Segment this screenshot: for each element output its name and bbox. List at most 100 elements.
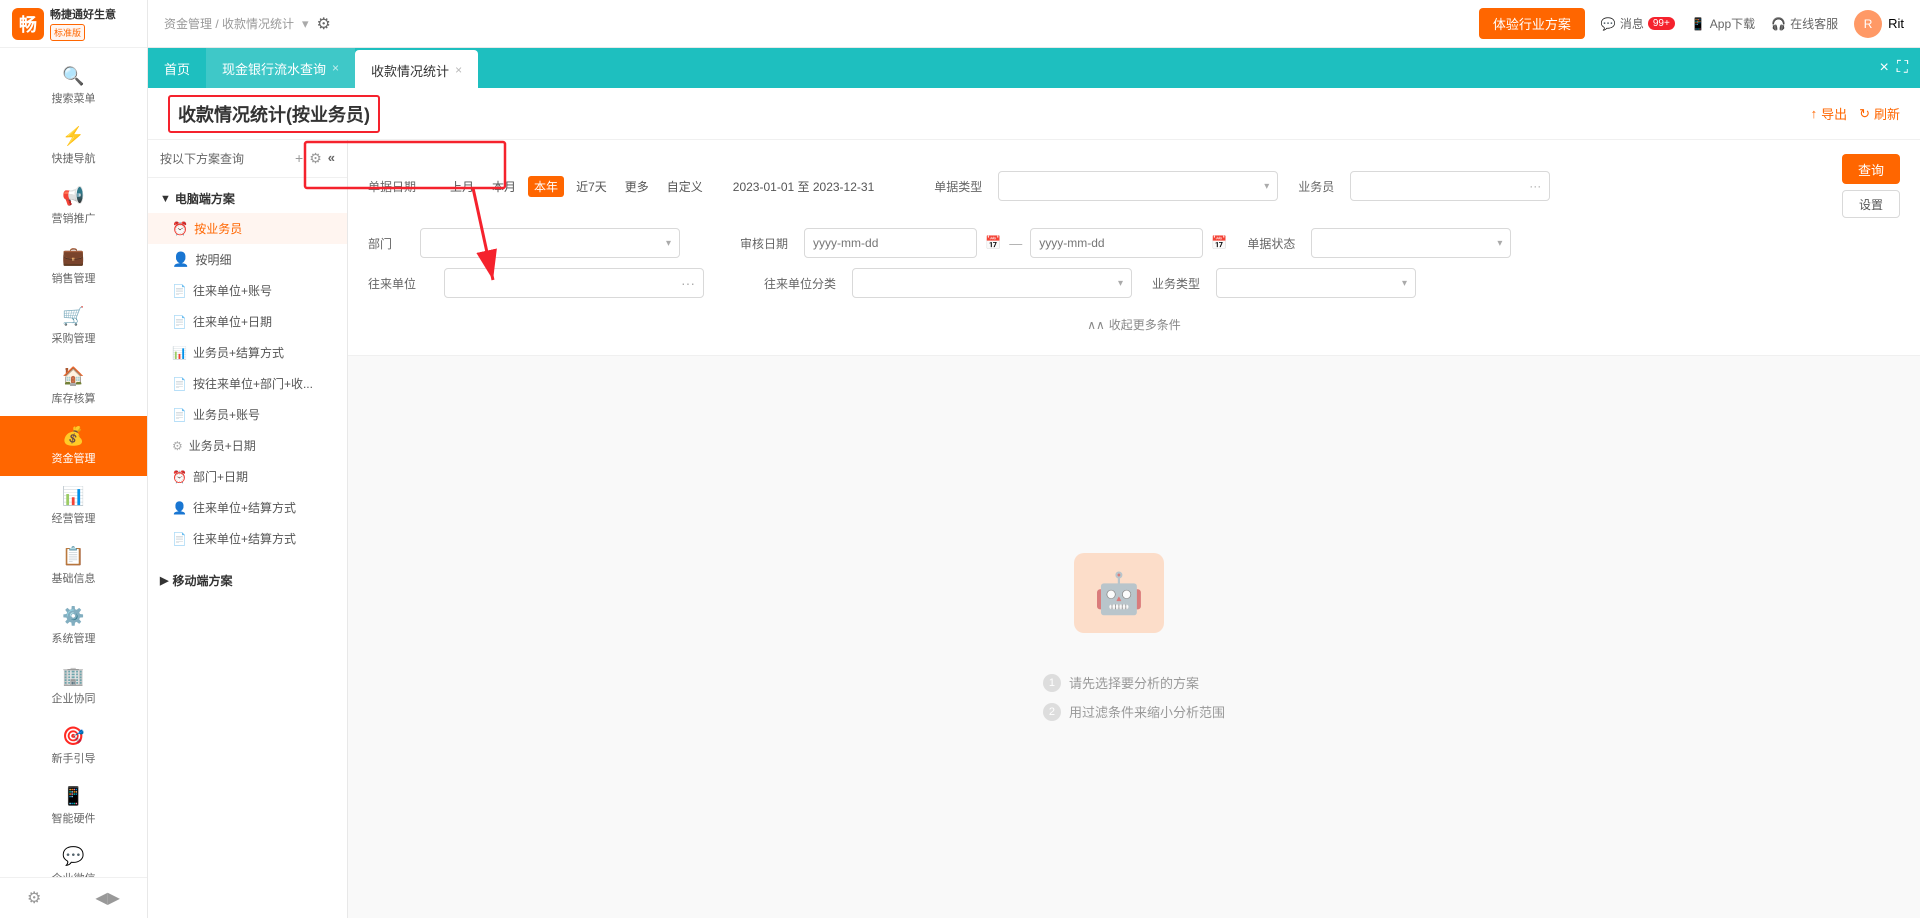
query-button[interactable]: 查询: [1842, 154, 1900, 184]
partner-select[interactable]: ···: [444, 268, 704, 298]
app-download-label: App下载: [1710, 15, 1755, 32]
desktop-section-toggle[interactable]: ▼ 电脑端方案: [148, 184, 347, 213]
tree-item-unit-date[interactable]: 📄 往来单位+日期: [148, 306, 347, 337]
add-scheme-icon[interactable]: +: [295, 150, 303, 167]
sales-icon: 💼: [62, 246, 84, 267]
tab-home-label: 首页: [164, 59, 190, 78]
scheme-settings-icon[interactable]: ⚙: [309, 150, 322, 167]
settings-footer-icon[interactable]: ⚙: [27, 888, 41, 908]
hardware-icon: 📱: [62, 786, 84, 807]
review-date-end[interactable]: [1030, 228, 1203, 258]
tree-item-unit-settle1[interactable]: 👤 往来单位+结算方式: [148, 492, 347, 523]
calendar-start-icon[interactable]: 📅: [985, 235, 1001, 251]
tab-close-all-icon[interactable]: ×: [1879, 59, 1888, 77]
tree-item-dept-date[interactable]: ⏰ 部门+日期: [148, 461, 347, 492]
sidebar-item-inventory[interactable]: 🏠 库存核算: [0, 356, 147, 416]
sidebar-item-wechat[interactable]: 💬 企业微信: [0, 836, 147, 877]
sidebar-label-inventory: 库存核算: [52, 390, 96, 406]
staff-select[interactable]: ···: [1350, 171, 1550, 201]
trial-button[interactable]: 体验行业方案: [1479, 8, 1585, 39]
date-tab-custom[interactable]: 自定义: [661, 176, 709, 197]
calendar-end-icon[interactable]: 📅: [1211, 235, 1227, 251]
sidebar-menu: 🔍 搜索菜单 ⚡ 快捷导航 📢 营销推广 💼 销售管理 🛒 采购管理 🏠 库存核…: [0, 48, 147, 877]
biz-type-select[interactable]: ▾: [1216, 268, 1416, 298]
review-date-start[interactable]: [804, 228, 977, 258]
sidebar-item-corp[interactable]: 🏢 企业协同: [0, 656, 147, 716]
tab-bar-actions: × ⛶: [1879, 59, 1920, 77]
tree-item-unit-settle2[interactable]: 📄 往来单位+结算方式: [148, 523, 347, 554]
tree-item-by-staff[interactable]: ⏰ 按业务员: [148, 213, 347, 244]
date-tab-this-month[interactable]: 本月: [486, 176, 522, 197]
tree-item-staff-account[interactable]: 📄 业务员+账号: [148, 399, 347, 430]
message-item[interactable]: 💬 消息 99+: [1601, 15, 1675, 32]
left-panel: 按以下方案查询 + ⚙ « ▼ 电脑端方案 ⏰ 按业务员 👤: [148, 140, 348, 918]
collapse-filter-button[interactable]: ∧∧ 收起更多条件: [368, 308, 1900, 341]
sidebar-item-system[interactable]: ⚙️ 系统管理: [0, 596, 147, 656]
logo-text: 畅捷通好生意: [50, 6, 116, 22]
page-actions: ↑ 导出 ↻ 刷新: [1811, 104, 1900, 123]
sidebar-label-newbie: 新手引导: [52, 750, 96, 766]
finance-icon: 💰: [62, 426, 84, 447]
date-tab-last7[interactable]: 近7天: [570, 176, 613, 197]
sidebar-item-quicknav[interactable]: ⚡ 快捷导航: [0, 116, 147, 176]
tree-item-unit-account[interactable]: 📄 往来单位+账号: [148, 275, 347, 306]
right-panel: 单据日期 上月 本月 本年 近7天 更多 自定义 2023-01-01 至 20…: [348, 140, 1920, 918]
collapse-panel-icon[interactable]: «: [328, 150, 335, 167]
voucher-type-select[interactable]: ▾: [998, 171, 1278, 201]
tab-receipt-label: 收款情况统计: [371, 61, 449, 80]
sidebar-item-newbie[interactable]: 🎯 新手引导: [0, 716, 147, 776]
refresh-button[interactable]: ↻ 刷新: [1859, 104, 1900, 123]
left-panel-actions: + ⚙ «: [295, 150, 335, 167]
top-header: 资金管理 / 收款情况统计 ▾ ⚙ 体验行业方案 💬 消息 99+ 📱 App下…: [148, 0, 1920, 48]
tab-home[interactable]: 首页: [148, 48, 206, 88]
staff-date-icon: ⚙: [172, 439, 183, 453]
tree-item-staff-date[interactable]: ⚙ 业务员+日期: [148, 430, 347, 461]
gear-icon[interactable]: ⚙: [317, 14, 331, 34]
tab-receipt-close-icon[interactable]: ×: [455, 63, 462, 77]
tree-item-unit-dept[interactable]: 📄 按往来单位+部门+收...: [148, 368, 347, 399]
app-download-item[interactable]: 📱 App下载: [1691, 15, 1755, 32]
settings-button[interactable]: 设置: [1842, 190, 1900, 218]
mobile-section-toggle[interactable]: ▶ 移动端方案: [148, 566, 347, 595]
tab-bank-close-icon[interactable]: ×: [332, 61, 339, 75]
sidebar-item-search[interactable]: 🔍 搜索菜单: [0, 56, 147, 116]
online-service-item[interactable]: 🎧 在线客服: [1771, 15, 1838, 32]
voucher-type-label: 单据类型: [934, 178, 982, 195]
tab-receipt[interactable]: 收款情况统计 ×: [355, 50, 478, 90]
tree-item-staff-settle[interactable]: 📊 业务员+结算方式: [148, 337, 347, 368]
corp-icon: 🏢: [62, 666, 84, 687]
empty-icon: 🤖: [1074, 553, 1194, 653]
sidebar-item-marketing[interactable]: 📢 营销推广: [0, 176, 147, 236]
tab-bank[interactable]: 现金银行流水查询 ×: [206, 48, 355, 88]
partner-category-group: 往来单位分类 ▾: [764, 268, 1132, 298]
sidebar-item-purchase[interactable]: 🛒 采购管理: [0, 296, 147, 356]
tree-item-by-detail[interactable]: 👤 按明细: [148, 244, 347, 275]
dept-select[interactable]: ▾: [420, 228, 680, 258]
desktop-section-label: 电脑端方案: [175, 190, 235, 207]
base-icon: 📋: [62, 546, 84, 567]
staff-label: 业务员: [1298, 178, 1334, 195]
tab-maximize-icon[interactable]: ⛶: [1897, 59, 1908, 77]
sidebar-item-sales[interactable]: 💼 销售管理: [0, 236, 147, 296]
sidebar-item-business[interactable]: 📊 经营管理: [0, 476, 147, 536]
user-area[interactable]: R Rit: [1854, 10, 1904, 38]
date-tab-this-year[interactable]: 本年: [528, 176, 564, 197]
partner-label: 往来单位: [368, 275, 416, 292]
sidebar-item-base[interactable]: 📋 基础信息: [0, 536, 147, 596]
sidebar-label-hardware: 智能硬件: [52, 810, 96, 826]
desktop-tree-section: ▼ 电脑端方案 ⏰ 按业务员 👤 按明细 📄 往来单位+账号 📄 往: [148, 178, 347, 560]
tree-item-label-staff-date: 业务员+日期: [189, 437, 256, 454]
partner-category-select[interactable]: ▾: [852, 268, 1132, 298]
dropdown-arrow-icon[interactable]: ▾: [302, 16, 309, 32]
tip-text-2: 用过滤条件来缩小分析范围: [1069, 702, 1225, 721]
tree-item-label-unit-settle1: 往来单位+结算方式: [193, 499, 296, 516]
unit-dept-icon: 📄: [172, 377, 187, 391]
voucher-status-select[interactable]: ▾: [1311, 228, 1511, 258]
date-tab-last-month[interactable]: 上月: [444, 176, 480, 197]
left-panel-header: 按以下方案查询 + ⚙ «: [148, 140, 347, 178]
collapse-footer-icon[interactable]: ◀▶: [95, 888, 120, 908]
sidebar-item-finance[interactable]: 💰 资金管理: [0, 416, 147, 476]
sidebar-item-hardware[interactable]: 📱 智能硬件: [0, 776, 147, 836]
export-button[interactable]: ↑ 导出: [1811, 104, 1848, 123]
date-tab-more[interactable]: 更多: [619, 176, 655, 197]
